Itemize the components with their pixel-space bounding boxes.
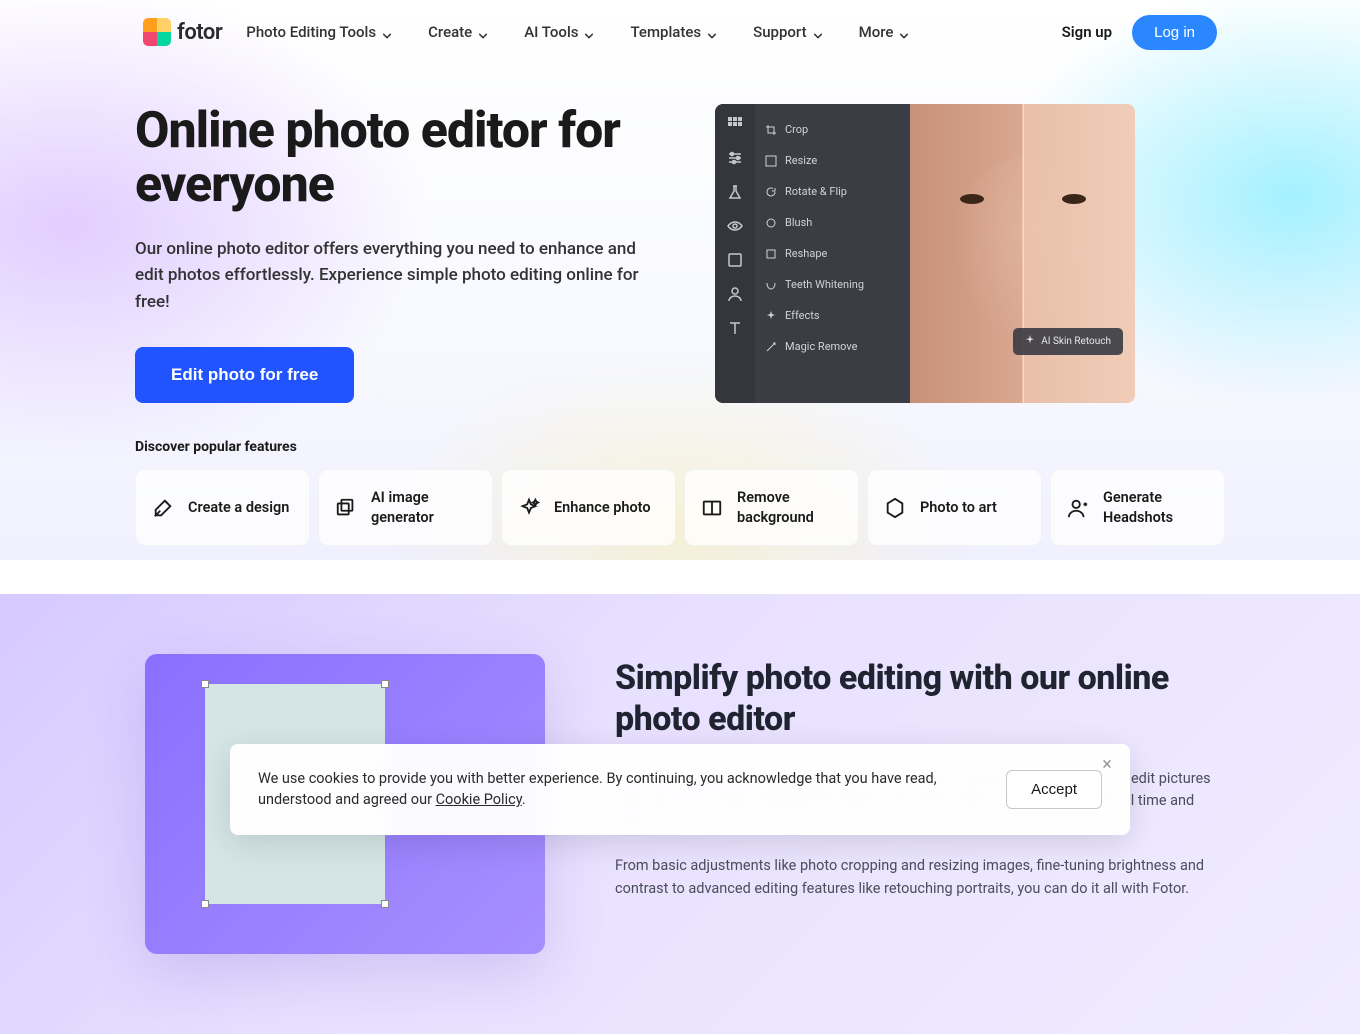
chevron-down-icon <box>707 27 717 37</box>
tool-label: Resize <box>785 154 817 167</box>
chevron-down-icon <box>813 27 823 37</box>
editor-mockup: Crop Resize Rotate & Flip Blush Reshape … <box>715 104 910 403</box>
login-button[interactable]: Log in <box>1132 15 1217 50</box>
feature-generate-headshots[interactable]: Generate Headshots <box>1050 469 1225 546</box>
feature-label: Photo to art <box>920 498 997 518</box>
nav-support[interactable]: Support <box>753 23 822 41</box>
section-simplify-para2: From basic adjustments like photo croppi… <box>615 855 1225 900</box>
tool-label: Effects <box>785 309 820 322</box>
nav-label: Templates <box>630 23 701 41</box>
section-simplify-title: Simplify photo editing with our online p… <box>615 658 1225 740</box>
edit-photo-cta-button[interactable]: Edit photo for free <box>135 347 354 403</box>
tool-blush: Blush <box>755 207 910 238</box>
nav-templates[interactable]: Templates <box>630 23 717 41</box>
cookie-text-post: . <box>522 791 526 808</box>
tool-label: Rotate & Flip <box>785 185 847 198</box>
magic-icon <box>765 341 777 353</box>
hero-content: Online photo editor for everyone Our onl… <box>135 104 675 403</box>
effects-icon <box>765 310 777 322</box>
feature-label: AI image generator <box>371 488 476 527</box>
tool-reshape: Reshape <box>755 238 910 269</box>
logo[interactable]: fotor <box>143 18 222 46</box>
editor-sidebar <box>715 104 755 403</box>
signup-link[interactable]: Sign up <box>1062 23 1113 41</box>
tool-label: Crop <box>785 123 808 136</box>
sparkle-icon <box>1025 335 1035 348</box>
crop-icon <box>765 124 777 136</box>
editor-tool-list: Crop Resize Rotate & Flip Blush Reshape … <box>755 104 910 403</box>
hero: Online photo editor for everyone Our onl… <box>135 64 1225 403</box>
feature-photo-to-art[interactable]: Photo to art <box>867 469 1042 546</box>
tool-label: Blush <box>785 216 812 229</box>
tool-label: Reshape <box>785 247 827 260</box>
flask-icon <box>727 184 743 200</box>
sparkle-icon <box>518 497 540 519</box>
feature-remove-background[interactable]: Remove background <box>684 469 859 546</box>
logo-text: fotor <box>177 20 222 45</box>
tool-resize: Resize <box>755 145 910 176</box>
split-icon <box>701 497 723 519</box>
cookie-text: We use cookies to provide you with bette… <box>258 768 982 812</box>
eye-icon <box>727 218 743 234</box>
cookie-text-pre: We use cookies to provide you with bette… <box>258 770 937 809</box>
feature-label: Generate Headshots <box>1103 488 1208 527</box>
feature-ai-image-generator[interactable]: AI image generator <box>318 469 493 546</box>
nav-label: Create <box>428 23 472 41</box>
rotate-icon <box>765 186 777 198</box>
grid-icon <box>727 116 743 132</box>
feature-enhance-photo[interactable]: Enhance photo <box>501 469 676 546</box>
cookie-accept-button[interactable]: Accept <box>1006 770 1102 809</box>
tool-rotate: Rotate & Flip <box>755 176 910 207</box>
tool-magic-remove: Magic Remove <box>755 331 910 362</box>
nav-label: Support <box>753 23 806 41</box>
teeth-icon <box>765 279 777 291</box>
feature-label: Remove background <box>737 488 842 527</box>
auth-actions: Sign up Log in <box>1062 15 1217 50</box>
nav-photo-editing-tools[interactable]: Photo Editing Tools <box>246 23 392 41</box>
main-nav: Photo Editing Tools Create AI Tools Temp… <box>246 23 1061 41</box>
chevron-down-icon <box>382 27 392 37</box>
design-icon <box>152 497 174 519</box>
header: fotor Photo Editing Tools Create AI Tool… <box>135 0 1225 64</box>
hero-description: Our online photo editor offers everythin… <box>135 236 655 315</box>
nav-label: AI Tools <box>524 23 578 41</box>
hero-preview: Crop Resize Rotate & Flip Blush Reshape … <box>715 104 1135 403</box>
face-preview: AI Skin Retouch <box>910 104 1135 403</box>
tool-label: Magic Remove <box>785 340 857 353</box>
feature-label: Create a design <box>188 498 289 518</box>
feature-create-design[interactable]: Create a design <box>135 469 310 546</box>
feature-label: Enhance photo <box>554 498 651 518</box>
text-icon <box>727 320 743 336</box>
tool-effects: Effects <box>755 300 910 331</box>
person-icon <box>1067 497 1089 519</box>
close-icon[interactable]: × <box>1098 756 1116 774</box>
features-heading: Discover popular features <box>135 439 1225 455</box>
hex-icon <box>884 497 906 519</box>
nav-label: Photo Editing Tools <box>246 23 376 41</box>
sliders-icon <box>727 150 743 166</box>
ai-badge-label: AI Skin Retouch <box>1041 336 1111 347</box>
tool-teeth: Teeth Whitening <box>755 269 910 300</box>
logo-icon <box>143 18 171 46</box>
nav-label: More <box>859 23 894 41</box>
cookie-banner: × We use cookies to provide you with bet… <box>230 744 1130 836</box>
nav-create[interactable]: Create <box>428 23 488 41</box>
tool-crop: Crop <box>755 114 910 145</box>
features-row: Create a design AI image generator Enhan… <box>135 469 1225 546</box>
chevron-down-icon <box>478 27 488 37</box>
cookie-policy-link[interactable]: Cookie Policy <box>436 791 522 808</box>
resize-icon <box>765 155 777 167</box>
chevron-down-icon <box>584 27 594 37</box>
chevron-down-icon <box>899 27 909 37</box>
reshape-icon <box>765 248 777 260</box>
ai-skin-retouch-badge: AI Skin Retouch <box>1013 328 1123 355</box>
person-icon <box>727 286 743 302</box>
nav-ai-tools[interactable]: AI Tools <box>524 23 594 41</box>
square-icon <box>727 252 743 268</box>
tool-label: Teeth Whitening <box>785 278 864 291</box>
blush-icon <box>765 217 777 229</box>
layers-icon <box>335 497 357 519</box>
hero-title: Online photo editor for everyone <box>135 104 675 212</box>
nav-more[interactable]: More <box>859 23 910 41</box>
